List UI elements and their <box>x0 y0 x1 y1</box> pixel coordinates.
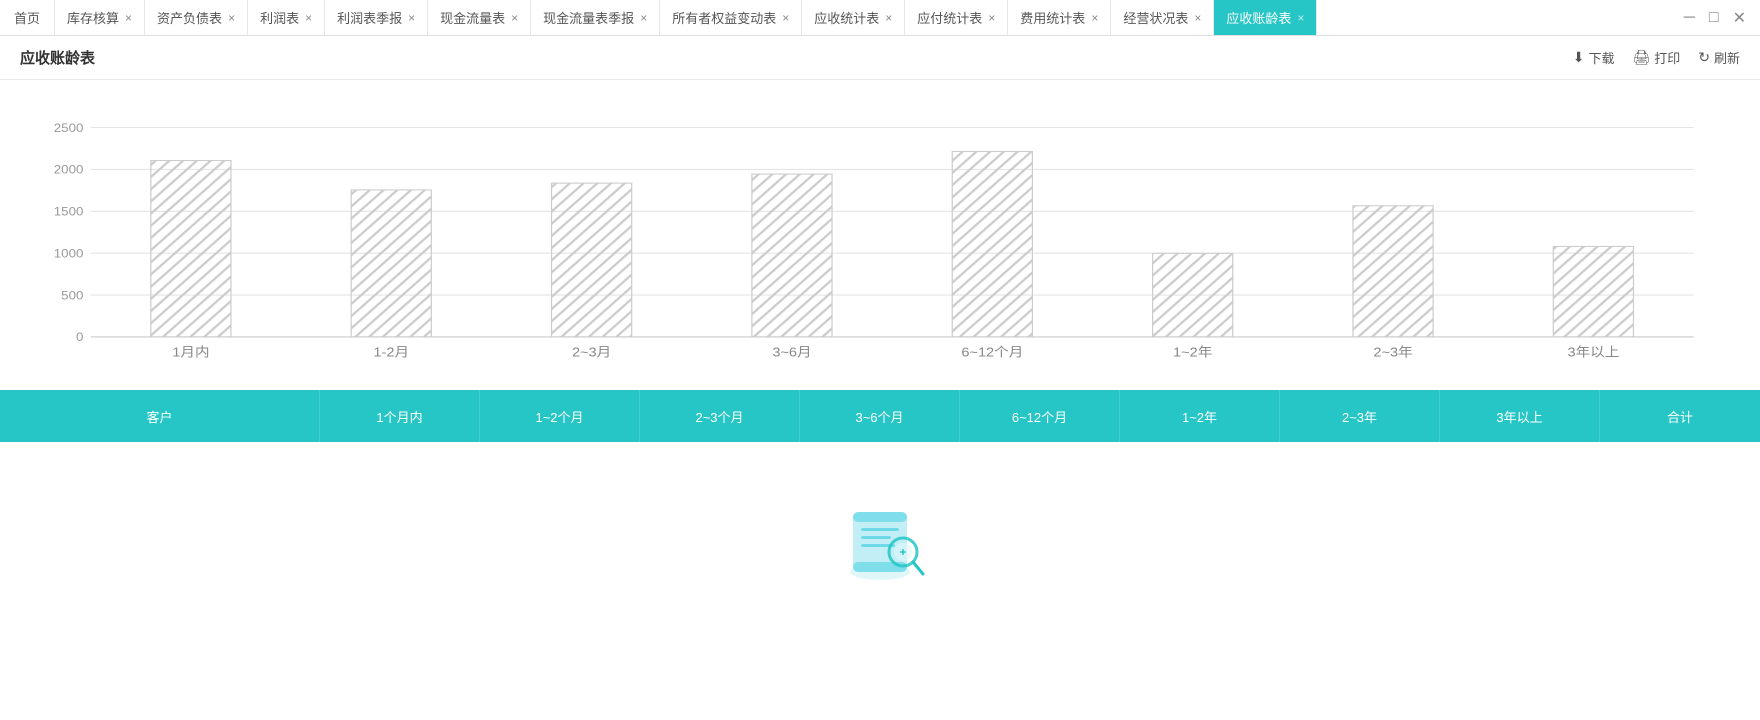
svg-text:1500: 1500 <box>54 205 84 218</box>
empty-state <box>0 442 1760 602</box>
tab-item-profit[interactable]: 利润表 × <box>248 0 325 36</box>
table-header-cell-9: 合计 <box>1600 390 1760 442</box>
svg-text:1月内: 1月内 <box>172 345 209 359</box>
table-header-cell-8: 3年以上 <box>1440 390 1600 442</box>
page-title: 应收账龄表 <box>20 47 95 68</box>
svg-text:6~12个月: 6~12个月 <box>961 345 1023 359</box>
refresh-icon: ↻ <box>1698 49 1710 66</box>
tab-close-icon[interactable]: × <box>228 11 235 25</box>
tab-item-balance[interactable]: 资产负债表 × <box>145 0 248 36</box>
table-header: 客户1个月内1~2个月2~3个月3~6个月6~12个月1~2年2~3年3年以上合… <box>0 390 1760 442</box>
tab-close-icon[interactable]: × <box>885 11 892 25</box>
minimize-button[interactable]: ─ <box>1680 7 1699 29</box>
download-button[interactable]: ⬇ 下载 <box>1573 48 1615 67</box>
tab-close-icon[interactable]: × <box>640 11 647 25</box>
tab-close-icon[interactable]: × <box>988 11 995 25</box>
bar-chart: 0 500 1000 1500 2000 2500 1月内 1-2月 2~3月 3~6月 6~12个… <box>30 100 1730 380</box>
svg-text:2500: 2500 <box>54 122 84 135</box>
download-icon: ⬇ <box>1573 49 1585 66</box>
tab-close-icon[interactable]: × <box>511 11 518 25</box>
print-button[interactable]: 🖨 打印 <box>1632 48 1680 67</box>
table-header-cell-6: 1~2年 <box>1120 390 1280 442</box>
tab-close-icon[interactable]: × <box>1091 11 1098 25</box>
tab-item-profit-quarter[interactable]: 利润表季报 × <box>325 0 428 36</box>
tab-bar-actions: ─ □ ✕ <box>1670 6 1760 30</box>
tab-item-aging[interactable]: 应收账龄表 × <box>1214 0 1317 36</box>
download-label: 下载 <box>1588 48 1614 67</box>
table-header-cell-0: 客户 <box>0 390 320 442</box>
tab-label: 费用统计表 <box>1020 8 1085 27</box>
tab-home-label: 首页 <box>14 8 40 27</box>
tab-close-icon[interactable]: × <box>305 11 312 25</box>
tab-close-icon[interactable]: × <box>125 11 132 25</box>
svg-text:2~3年: 2~3年 <box>1373 345 1413 359</box>
table-header-cell-5: 6~12个月 <box>960 390 1120 442</box>
close-window-button[interactable]: ✕ <box>1729 6 1750 30</box>
tab-label: 经营状况表 <box>1123 8 1188 27</box>
tab-item-receivable-stat[interactable]: 应收统计表 × <box>802 0 905 36</box>
tab-bar: 首页 库存核算×资产负债表×利润表×利润表季报×现金流量表×现金流量表季报×所有… <box>0 0 1760 36</box>
tab-item-cashflow-quarter[interactable]: 现金流量表季报 × <box>531 0 660 36</box>
print-icon: 🖨 <box>1632 49 1650 66</box>
tab-close-icon[interactable]: × <box>408 11 415 25</box>
table-header-cell-7: 2~3年 <box>1280 390 1440 442</box>
table-header-cell-4: 3~6个月 <box>800 390 960 442</box>
tab-item-operation[interactable]: 经营状况表 × <box>1111 0 1214 36</box>
refresh-label: 刷新 <box>1714 48 1740 67</box>
tab-label: 应收统计表 <box>814 8 879 27</box>
tab-label: 资产负债表 <box>157 8 222 27</box>
table-header-cell-1: 1个月内 <box>320 390 480 442</box>
page-header: 应收账龄表 ⬇ 下载 🖨 打印 ↻ 刷新 <box>0 36 1760 80</box>
svg-text:0: 0 <box>76 331 83 344</box>
svg-text:1~2年: 1~2年 <box>1173 345 1213 359</box>
tab-item-payable-stat[interactable]: 应付统计表 × <box>905 0 1008 36</box>
table-header-cell-2: 1~2个月 <box>480 390 640 442</box>
svg-text:500: 500 <box>61 289 83 302</box>
table-header-cell-3: 2~3个月 <box>640 390 800 442</box>
svg-text:3~6月: 3~6月 <box>772 345 811 359</box>
empty-illustration <box>825 482 935 592</box>
svg-text:3年以上: 3年以上 <box>1567 345 1619 359</box>
refresh-button[interactable]: ↻ 刷新 <box>1698 48 1740 67</box>
tab-home[interactable]: 首页 <box>0 0 55 36</box>
tab-close-icon[interactable]: × <box>1297 11 1304 25</box>
tab-item-equity[interactable]: 所有者权益变动表 × <box>660 0 802 36</box>
tab-label: 现金流量表 <box>440 8 505 27</box>
header-actions: ⬇ 下载 🖨 打印 ↻ 刷新 <box>1573 48 1740 67</box>
svg-text:1-2月: 1-2月 <box>373 345 409 359</box>
chart-area: 0 500 1000 1500 2000 2500 1月内 1-2月 2~3月 3~6月 6~12个… <box>0 80 1760 390</box>
chart-container: 0 500 1000 1500 2000 2500 1月内 1-2月 2~3月 3~6月 6~12个… <box>30 100 1730 380</box>
tab-label: 利润表季报 <box>337 8 402 27</box>
tab-item-inventory[interactable]: 库存核算 × <box>55 0 145 36</box>
tab-close-icon[interactable]: × <box>1194 11 1201 25</box>
svg-text:1000: 1000 <box>54 247 84 260</box>
tab-label: 库存核算 <box>67 8 119 27</box>
main-content: 0 500 1000 1500 2000 2500 1月内 1-2月 2~3月 3~6月 6~12个… <box>0 80 1760 720</box>
svg-text:2~3月: 2~3月 <box>572 345 611 359</box>
tab-label: 应收账龄表 <box>1226 8 1291 27</box>
maximize-button[interactable]: □ <box>1705 7 1723 29</box>
svg-text:2000: 2000 <box>54 163 84 176</box>
tab-label: 利润表 <box>260 8 299 27</box>
tab-item-cashflow[interactable]: 现金流量表 × <box>428 0 531 36</box>
tab-label: 现金流量表季报 <box>543 8 634 27</box>
tab-item-expense-stat[interactable]: 费用统计表 × <box>1008 0 1111 36</box>
tab-label: 应付统计表 <box>917 8 982 27</box>
tab-close-icon[interactable]: × <box>782 11 789 25</box>
print-label: 打印 <box>1654 48 1680 67</box>
tab-label: 所有者权益变动表 <box>672 8 776 27</box>
